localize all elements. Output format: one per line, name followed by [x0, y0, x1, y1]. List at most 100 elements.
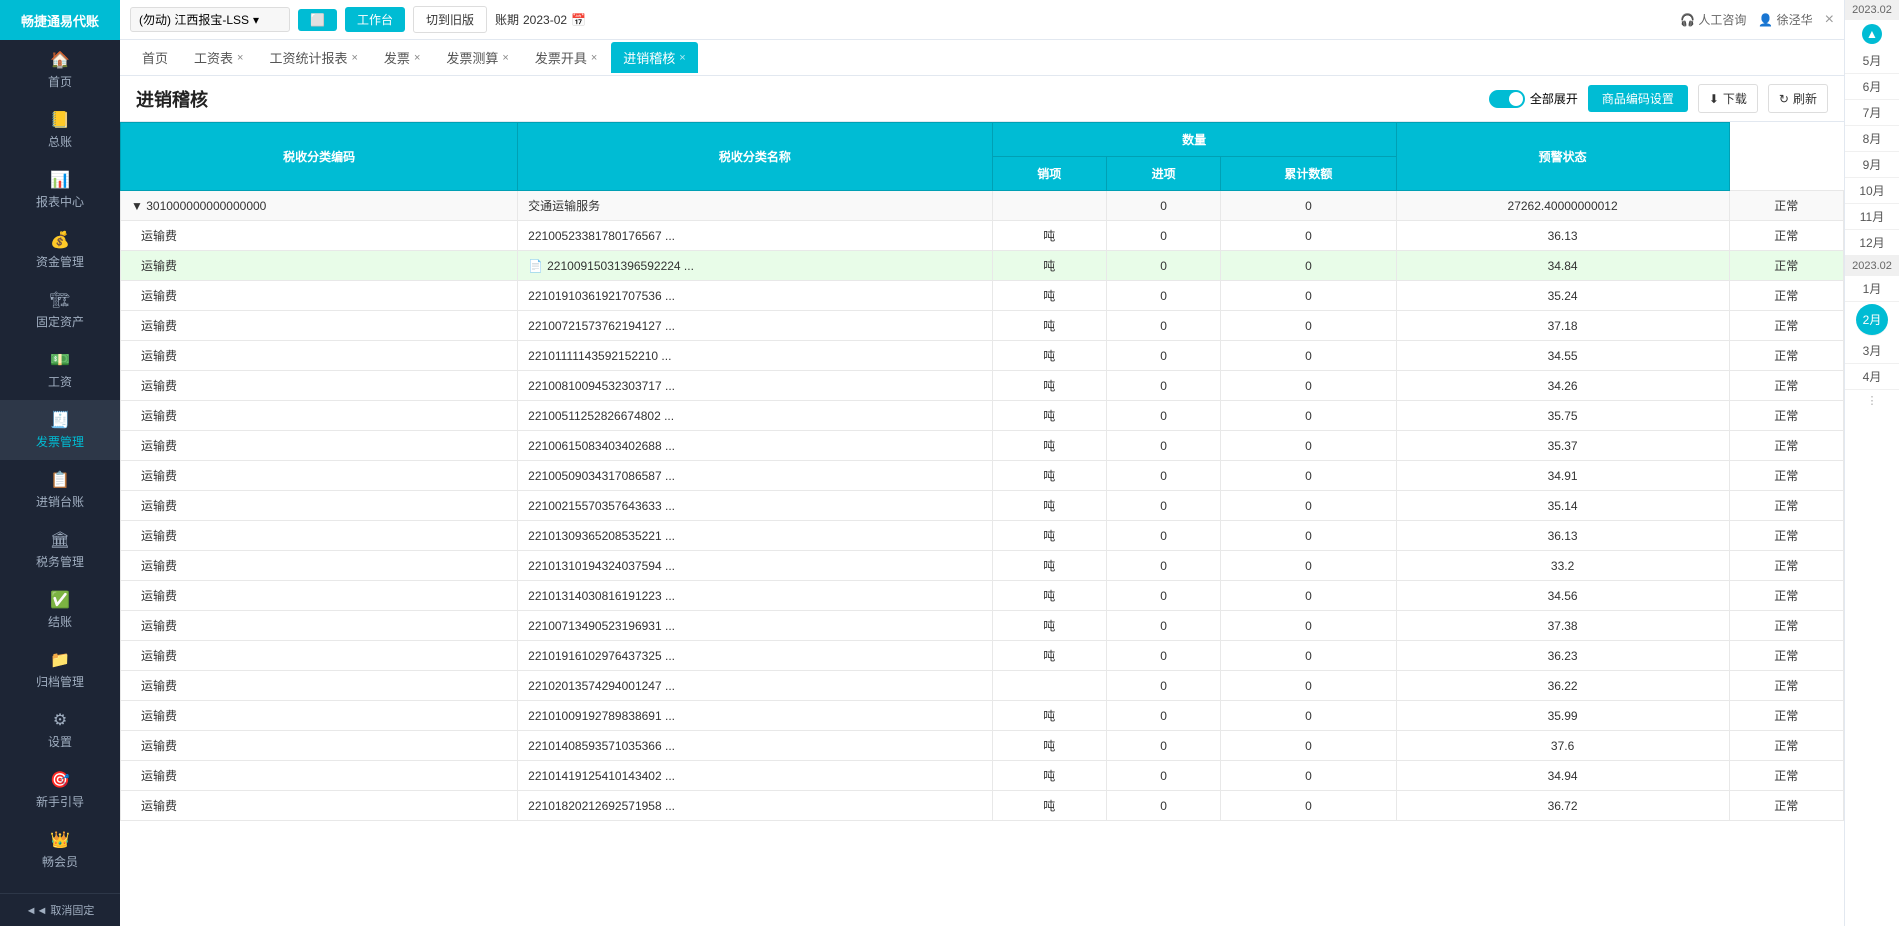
workbench-btn[interactable]: 工作台 — [345, 7, 405, 32]
sidebar-item-ledger[interactable]: 📒总账 — [0, 100, 120, 160]
cell-name: 运输费 — [131, 589, 177, 603]
cell-sales: 0 — [1106, 431, 1220, 461]
month-item-8月[interactable]: 8月 — [1845, 126, 1899, 152]
cell-purchase: 0 — [1221, 341, 1396, 371]
sidebar-item-assets[interactable]: 🏗固定资产 — [0, 280, 120, 340]
cell-cumulative: 35.75 — [1396, 401, 1729, 431]
cell-tax-name: 22101009192789838691 ... — [518, 701, 992, 731]
sidebar-item-purchase[interactable]: 📋进销台账 — [0, 460, 120, 520]
sidebar-item-reports[interactable]: 📊报表中心 — [0, 160, 120, 220]
cell-status: 正常 — [1729, 791, 1843, 821]
month-item-9月[interactable]: 9月 — [1845, 152, 1899, 178]
table-row: 运输费22100810094532303717 ...吨0034.26正常 — [121, 371, 1844, 401]
tab-close-进销稽核[interactable]: × — [679, 52, 685, 64]
cell-purchase: 0 — [1221, 371, 1396, 401]
sidebar-item-archive[interactable]: 📁归档管理 — [0, 640, 120, 700]
cell-tax-name: 22100810094532303717 ... — [518, 371, 992, 401]
cell-name: 运输费 — [131, 229, 177, 243]
cell-unit — [992, 671, 1106, 701]
cell-sales: 0 — [1106, 611, 1220, 641]
cell-purchase: 0 — [1221, 551, 1396, 581]
refresh-btn[interactable]: ↻ 刷新 — [1768, 84, 1828, 113]
year-label-2023: 2023.02 — [1845, 256, 1899, 276]
calendar-icon[interactable]: 📅 — [571, 13, 586, 27]
tab-close-发票[interactable]: × — [414, 52, 420, 64]
tab-发票开具[interactable]: 发票开具× — [523, 42, 609, 73]
cell-unit: 吨 — [992, 521, 1106, 551]
tab-进销稽核[interactable]: 进销稽核× — [611, 42, 697, 73]
sidebar-item-payroll[interactable]: 💵工资 — [0, 340, 120, 400]
sidebar-label-tax: 税务管理 — [36, 553, 84, 570]
col-sales: 销项 — [992, 157, 1106, 191]
month-item-2023-1月[interactable]: 1月 — [1845, 276, 1899, 302]
month-item-10月[interactable]: 10月 — [1845, 178, 1899, 204]
tab-工资表[interactable]: 工资表× — [182, 42, 255, 73]
download-btn[interactable]: ⬇ 下载 — [1698, 84, 1758, 113]
month-item-5月[interactable]: 5月 — [1845, 48, 1899, 74]
sidebar-item-guide[interactable]: 🎯新手引导 — [0, 760, 120, 820]
support-btn[interactable]: 🎧 人工咨询 — [1680, 11, 1746, 28]
sidebar-item-funds[interactable]: 💰资金管理 — [0, 220, 120, 280]
tab-close-发票开具[interactable]: × — [591, 52, 597, 64]
sidebar-label-settings: 设置 — [48, 733, 72, 750]
scroll-up-btn[interactable]: ▲ — [1862, 24, 1882, 44]
expand-toggle[interactable] — [1489, 90, 1525, 108]
tab-首页[interactable]: 首页 — [130, 42, 180, 73]
cell-unit: 吨 — [992, 371, 1106, 401]
tab-close-发票测算[interactable]: × — [502, 52, 508, 64]
table-row: 运输费22101910361921707536 ...吨0035.24正常 — [121, 281, 1844, 311]
tab-close-工资统计报表[interactable]: × — [351, 52, 357, 64]
month-item-7月[interactable]: 7月 — [1845, 100, 1899, 126]
sidebar-label-guide: 新手引导 — [36, 793, 84, 810]
cell-unit: 吨 — [992, 551, 1106, 581]
cell-cumulative: 34.91 — [1396, 461, 1729, 491]
sidebar-item-invoices[interactable]: 🧾发票管理 — [0, 400, 120, 460]
month-item-2023-4月[interactable]: 4月 — [1845, 364, 1899, 390]
month-item-6月[interactable]: 6月 — [1845, 74, 1899, 100]
user-info[interactable]: 👤 徐泾华 — [1758, 11, 1812, 28]
tab-bar: 首页工资表×工资统计报表×发票×发票测算×发票开具×进销稽核× — [120, 40, 1844, 76]
copy-btn[interactable]: ⬜ — [298, 9, 337, 31]
cell-name: 运输费 — [131, 679, 177, 693]
sidebar-item-tax[interactable]: 🏛税务管理 — [0, 520, 120, 580]
close-btn[interactable]: × — [1825, 11, 1834, 29]
tab-label: 发票测算 — [446, 48, 498, 67]
table-row: 运输费22100509034317086587 ...吨0034.91正常 — [121, 461, 1844, 491]
tab-工资统计报表[interactable]: 工资统计报表× — [257, 42, 369, 73]
month-item-2023-2月[interactable]: 2月 — [1856, 304, 1888, 336]
cell-unit: 吨 — [992, 431, 1106, 461]
month-item-11月[interactable]: 11月 — [1845, 204, 1899, 230]
cell-tax-name: 22100721573762194127 ... — [518, 311, 992, 341]
cell-unit: 吨 — [992, 461, 1106, 491]
cell-name: 运输费 — [131, 289, 177, 303]
cell-status: 正常 — [1729, 311, 1843, 341]
cell-tax-name: 22101314030816191223 ... — [518, 581, 992, 611]
cell-tax-code: 运输费 — [121, 761, 518, 791]
sidebar-item-member[interactable]: 👑畅会员 — [0, 820, 120, 880]
nav-up[interactable]: ▲ — [1845, 20, 1899, 48]
month-item-12月[interactable]: 12月 — [1845, 230, 1899, 256]
cell-name: 运输费 — [131, 769, 177, 783]
main-table: 税收分类编码 税收分类名称 数量 预警状态 销项 进项 累计数额 ▼ 30100… — [120, 122, 1844, 821]
company-selector[interactable]: (勿动) 江西报宝-LSS ▾ — [130, 7, 290, 32]
tab-close-工资表[interactable]: × — [237, 52, 243, 64]
avatar-icon: 👤 — [1758, 13, 1773, 27]
table-row: 运输费22101820212692571958 ...吨0036.72正常 — [121, 791, 1844, 821]
switch-version-btn[interactable]: 切到旧版 — [413, 6, 487, 33]
tab-发票[interactable]: 发票× — [372, 42, 432, 73]
settings-btn[interactable]: 商品编码设置 — [1588, 85, 1688, 112]
month-item-2023-3月[interactable]: 3月 — [1845, 338, 1899, 364]
sidebar-unpin[interactable]: ◄◄ 取消固定 — [0, 893, 120, 926]
ledger-icon: 📒 — [50, 110, 70, 130]
sidebar-item-settings[interactable]: ⚙设置 — [0, 700, 120, 760]
cell-name: 运输费 — [131, 439, 177, 453]
cell-unit: 吨 — [992, 221, 1106, 251]
headset-icon: 🎧 — [1680, 13, 1695, 27]
invoice-no: 22101916102976437325 ... — [528, 649, 675, 663]
sidebar-item-home[interactable]: 🏠首页 — [0, 40, 120, 100]
tab-发票测算[interactable]: 发票测算 × — [434, 42, 520, 73]
cell-cumulative: 35.24 — [1396, 281, 1729, 311]
collapse-icon[interactable]: ▼ — [131, 199, 143, 213]
sidebar-item-settlement[interactable]: ✅结账 — [0, 580, 120, 640]
cell-purchase: 0 — [1221, 521, 1396, 551]
